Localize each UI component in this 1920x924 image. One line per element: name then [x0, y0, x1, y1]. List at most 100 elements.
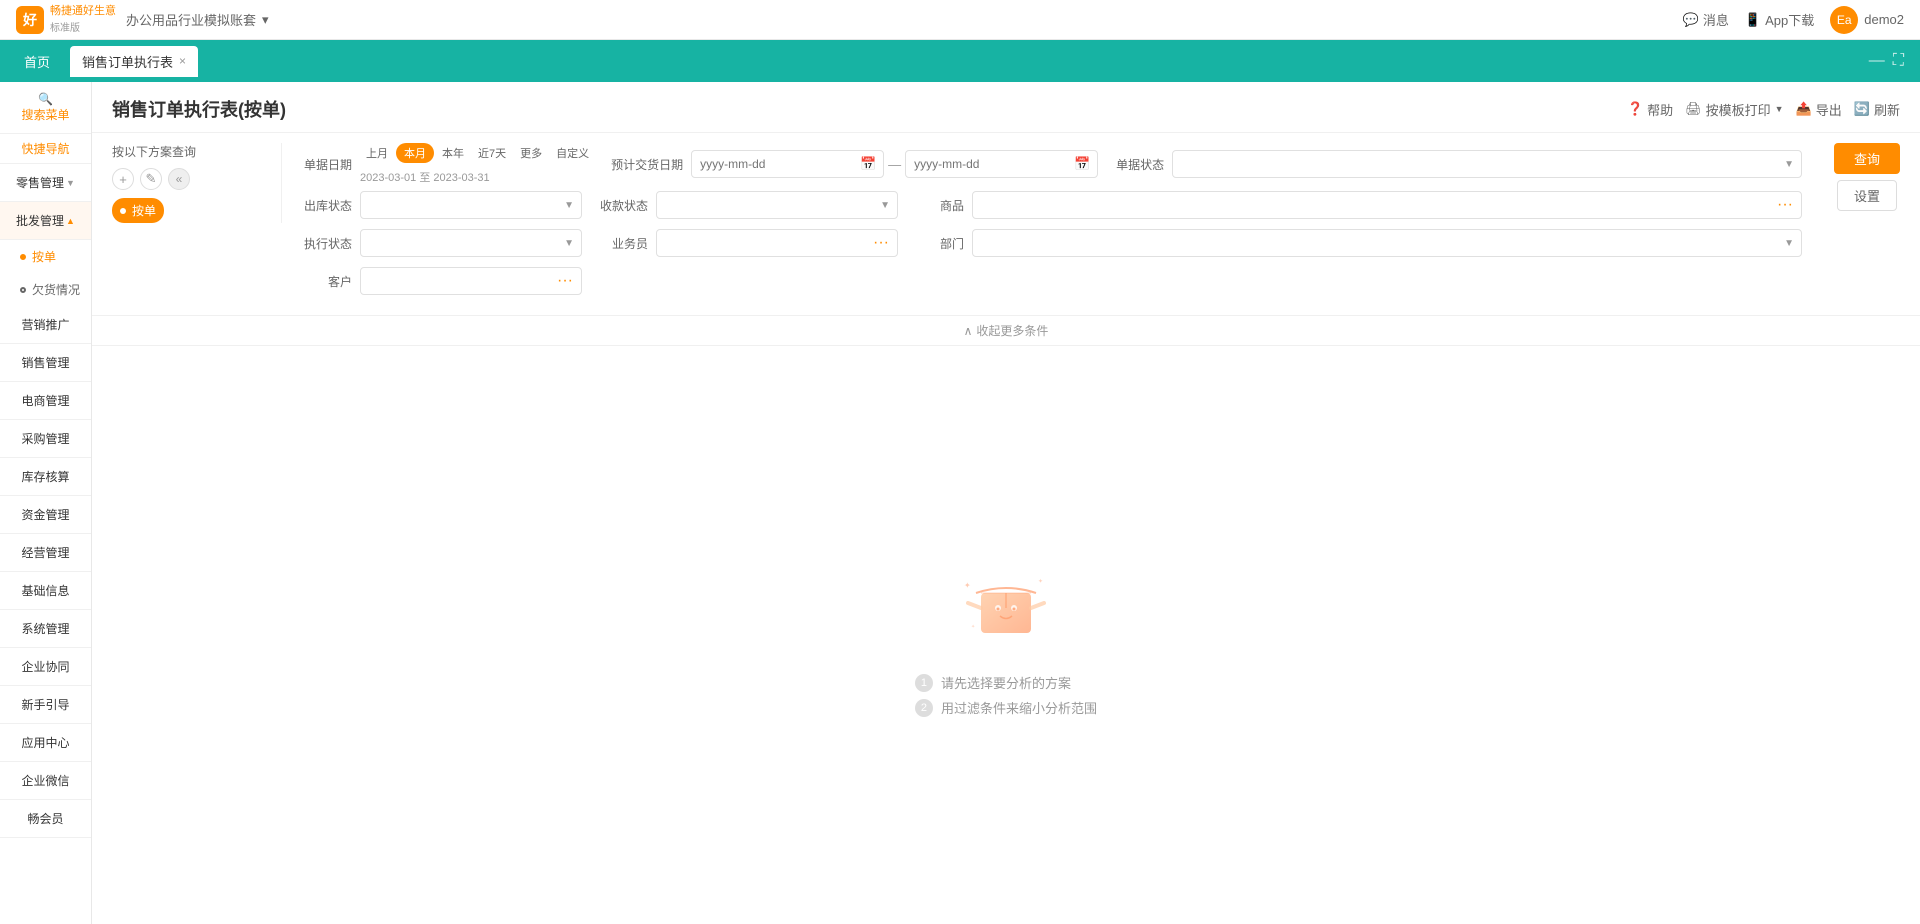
goods-field: 商品 ···	[914, 191, 1802, 219]
dept-label: 部门	[914, 235, 964, 252]
collapse-scheme-button[interactable]: «	[168, 168, 190, 190]
tip-num-2: 2	[915, 699, 933, 717]
exec-status-select-wrapper: ▼	[360, 229, 582, 257]
sidebar-search[interactable]: 🔍 搜索菜单	[0, 82, 91, 134]
expand-icon[interactable]: ⛶	[1893, 52, 1904, 70]
date-tab-current-month[interactable]: 本月	[396, 143, 434, 163]
tab-label: 销售订单执行表	[82, 52, 173, 71]
exec-status-field: 执行状态 ▼	[302, 229, 582, 257]
scheme-dot-icon	[120, 208, 126, 214]
date-tab-more[interactable]: 更多	[514, 143, 548, 163]
date-label: 单据日期	[302, 156, 352, 173]
filter-row-4: 客户 ···	[302, 267, 1802, 295]
scheme-title: 按以下方案查询	[112, 143, 265, 160]
status-select[interactable]	[1172, 150, 1802, 178]
settings-button[interactable]: 设置	[1837, 180, 1897, 211]
query-button[interactable]: 查询	[1834, 143, 1900, 174]
filter-row-1: 单据日期 上月 本月 本年 近7天 更多 自定义	[302, 143, 1802, 185]
filter-fields: 单据日期 上月 本月 本年 近7天 更多 自定义	[282, 143, 1900, 305]
add-scheme-button[interactable]: +	[112, 168, 134, 190]
empty-state: ✦ ✦ ✦ 1 请先选择要分析的方案 2 用过滤条件来缩小分析范围	[92, 346, 1920, 924]
print-icon: 🖨	[1685, 101, 1702, 117]
filter-row-2: 出库状态 ▼ 收款状态	[302, 191, 1802, 219]
message-icon: 💬	[1683, 12, 1699, 28]
sidebar-quick-nav-label: 快捷导航	[21, 142, 69, 156]
filter-scheme-panel: 按以下方案查询 + ✎ « 按单	[112, 143, 282, 223]
date-tab-year[interactable]: 本年	[436, 143, 470, 163]
user-name: demo2	[1864, 12, 1904, 27]
top-bar-left: 好 畅捷通好生意 标准版 办公用品行业模拟账套 ▾	[16, 5, 269, 33]
message-action[interactable]: 💬 消息	[1683, 10, 1729, 29]
expected-date-to[interactable]	[905, 150, 1098, 178]
sidebar-item-guide[interactable]: 新手引导	[0, 686, 91, 724]
tab-close-icon[interactable]: ×	[179, 54, 186, 68]
expected-date-from[interactable]	[691, 150, 884, 178]
sidebar-item-retail[interactable]: 零售管理 ▼	[0, 164, 91, 202]
exec-status-select[interactable]	[360, 229, 582, 257]
dept-field: 部门 ▼	[914, 229, 1802, 257]
breadcrumb[interactable]: 办公用品行业模拟账套 ▾	[126, 10, 269, 29]
sidebar-item-operation[interactable]: 经营管理	[0, 534, 91, 572]
tip-text-1: 请先选择要分析的方案	[941, 673, 1071, 692]
sidebar-item-system[interactable]: 系统管理	[0, 610, 91, 648]
status-field: 单据状态 ▼	[1114, 150, 1802, 178]
collapse-bar[interactable]: ∧ 收起更多条件	[92, 315, 1920, 345]
date-tab-custom[interactable]: 自定义	[550, 143, 595, 163]
export-icon: 📤	[1796, 101, 1812, 117]
sidebar-item-wholesale[interactable]: 批发管理 ▲	[0, 202, 91, 240]
sidebar-quick-nav[interactable]: 快捷导航	[0, 134, 91, 164]
sidebar-sub-item-order[interactable]: 按单	[0, 240, 91, 273]
print-action[interactable]: 🖨 按模板打印 ▼	[1685, 100, 1783, 119]
sidebar-sub-item-debt[interactable]: 欠货情况	[0, 273, 91, 306]
status-select-wrapper: ▼	[1172, 150, 1802, 178]
goods-input-box[interactable]: ···	[972, 191, 1802, 219]
export-action[interactable]: 📤 导出	[1796, 100, 1842, 119]
sidebar-item-ecommerce[interactable]: 电商管理	[0, 382, 91, 420]
refresh-action[interactable]: 🔄 刷新	[1854, 100, 1900, 119]
sidebar-item-finance[interactable]: 资金管理	[0, 496, 91, 534]
expected-date-from-wrapper: 📅	[691, 150, 884, 178]
dept-select[interactable]	[972, 229, 1802, 257]
out-status-select[interactable]	[360, 191, 582, 219]
sidebar-item-member-label: 畅会员	[27, 810, 63, 827]
scheme-item-order[interactable]: 按单	[112, 198, 164, 223]
customer-label: 客户	[302, 273, 352, 290]
date-tab-last-month[interactable]: 上月	[360, 143, 394, 163]
export-label: 导出	[1816, 100, 1842, 119]
sidebar-item-wechat[interactable]: 企业微信	[0, 762, 91, 800]
receive-status-select[interactable]	[656, 191, 898, 219]
tab-bar-right: — ⛶	[1869, 52, 1912, 70]
tab-home[interactable]: 首页	[8, 46, 66, 77]
sidebar-item-retail-label: 零售管理	[16, 174, 64, 191]
scheme-actions: + ✎ «	[112, 168, 265, 190]
sidebar-item-member[interactable]: 畅会员	[0, 800, 91, 838]
minimize-icon[interactable]: —	[1869, 52, 1885, 70]
sidebar-item-purchase[interactable]: 采购管理	[0, 420, 91, 458]
sidebar-item-marketing[interactable]: 营销推广	[0, 306, 91, 344]
collapse-label: 收起更多条件	[976, 322, 1048, 339]
customer-field: 客户 ···	[302, 267, 582, 295]
dept-select-wrapper: ▼	[972, 229, 1802, 257]
tab-sales-order[interactable]: 销售订单执行表 ×	[70, 46, 198, 77]
help-action[interactable]: ❓ 帮助	[1627, 100, 1673, 119]
salesman-input-box[interactable]: ···	[656, 229, 898, 257]
breadcrumb-text: 办公用品行业模拟账套	[126, 10, 256, 29]
sidebar-item-enterprise[interactable]: 企业协同	[0, 648, 91, 686]
logo-icon: 好	[16, 6, 44, 34]
refresh-icon: 🔄	[1854, 101, 1870, 117]
customer-input-box[interactable]: ···	[360, 267, 582, 295]
sidebar-item-basic[interactable]: 基础信息	[0, 572, 91, 610]
page-header-actions: ❓ 帮助 🖨 按模板打印 ▼ 📤 导出 🔄 刷新	[1627, 100, 1900, 119]
user-area[interactable]: Ea demo2	[1830, 6, 1904, 34]
sidebar-sub-label-order: 按单	[32, 248, 56, 265]
tip-num-1: 1	[915, 674, 933, 692]
refresh-label: 刷新	[1874, 100, 1900, 119]
status-label: 单据状态	[1114, 156, 1164, 173]
sidebar-item-appstore[interactable]: 应用中心	[0, 724, 91, 762]
app-download-action[interactable]: 📱 App下载	[1745, 10, 1814, 29]
edit-scheme-button[interactable]: ✎	[140, 168, 162, 190]
chevron-down-icon: ▼	[66, 178, 75, 188]
date-tab-7days[interactable]: 近7天	[472, 143, 512, 163]
sidebar-item-sales[interactable]: 销售管理	[0, 344, 91, 382]
sidebar-item-inventory[interactable]: 库存核算	[0, 458, 91, 496]
